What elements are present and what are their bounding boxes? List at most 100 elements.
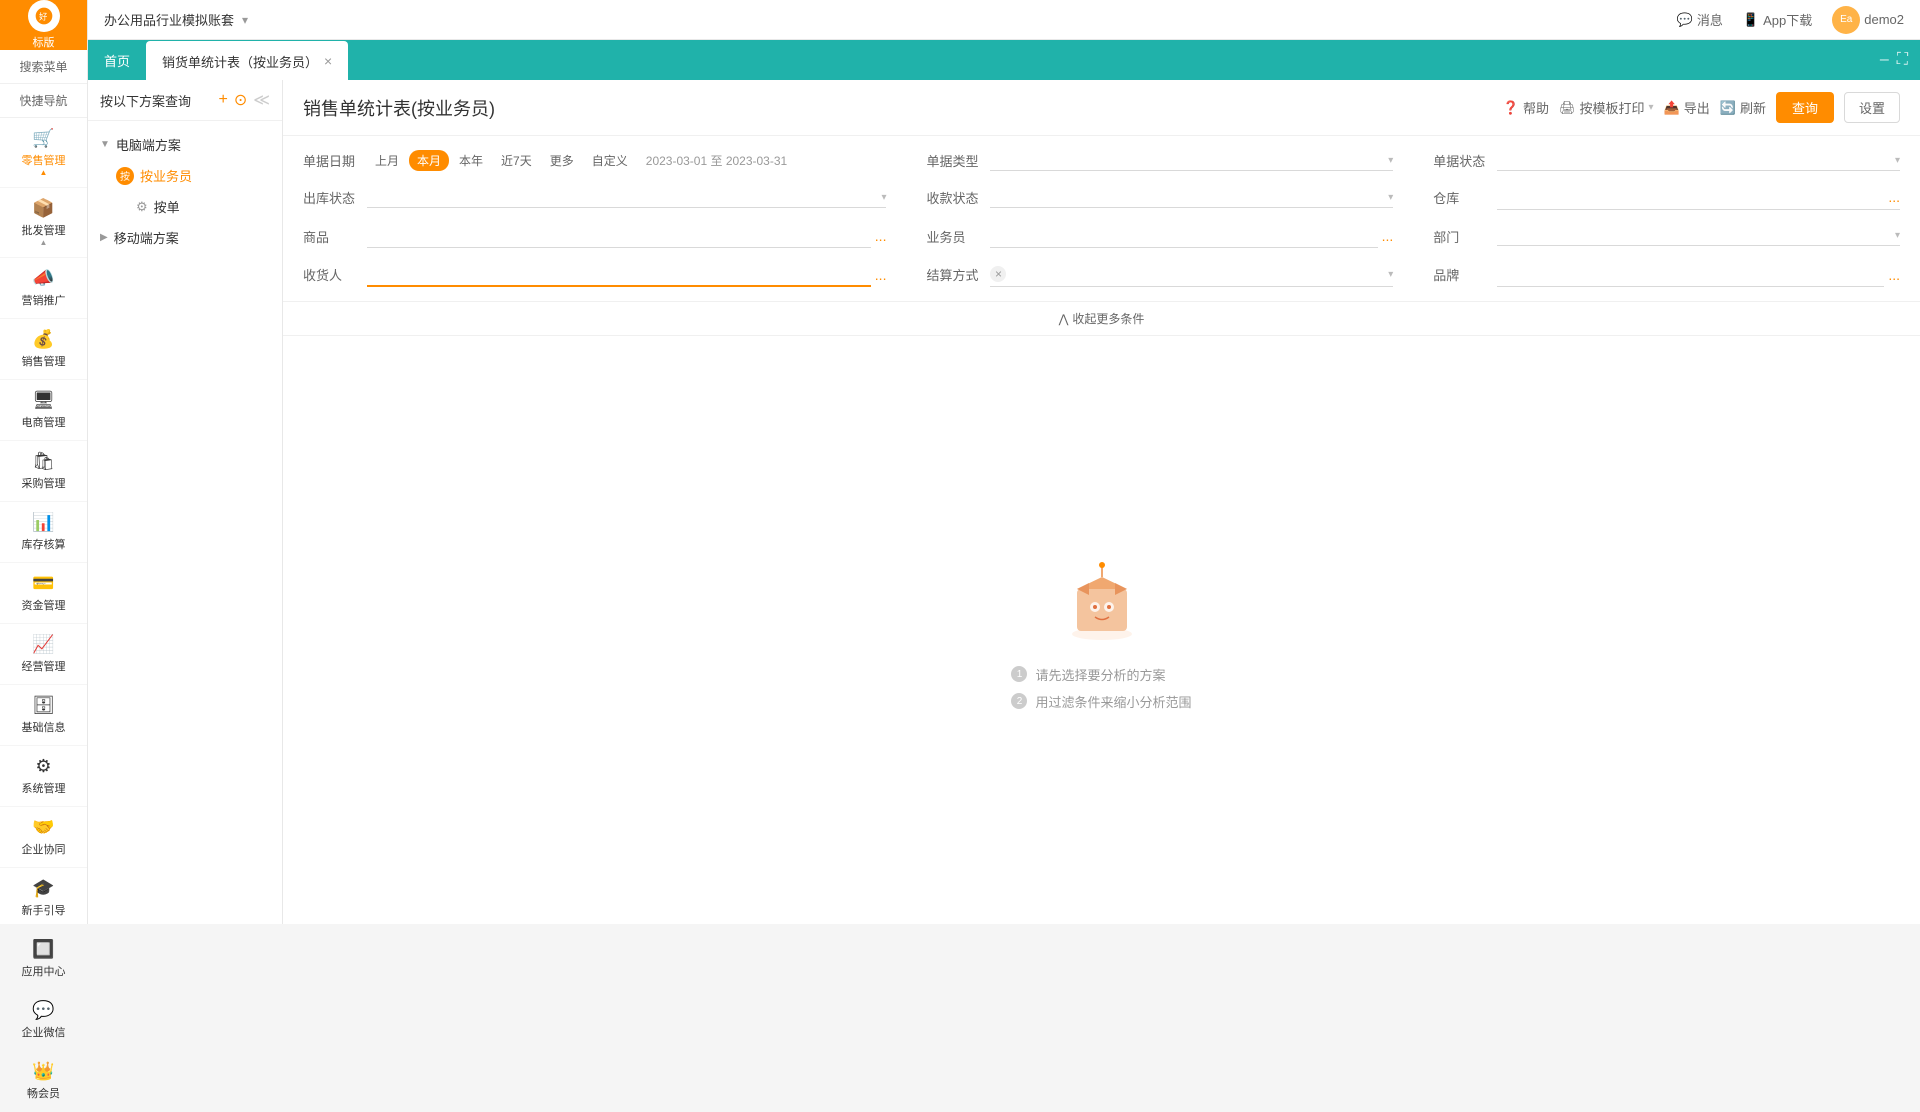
brand-dots[interactable]: ...	[1888, 267, 1900, 283]
tab-expand-btn[interactable]: ⛶	[1897, 51, 1908, 69]
receipt-status-select[interactable]: ▾	[990, 188, 1393, 208]
sidebar-item-finance[interactable]: 💳 资金管理	[0, 563, 87, 624]
date-tab-custom[interactable]: 自定义	[584, 150, 636, 171]
user-profile-btn[interactable]: Ea demo2	[1832, 6, 1904, 34]
receiver-dots[interactable]: ...	[875, 267, 887, 283]
sidebar-item-member[interactable]: 👑 畅会员	[0, 1051, 87, 1112]
wholesale-arrow: ▲	[40, 238, 48, 247]
sidebar-item-newbie[interactable]: 🎓 新手引导	[0, 868, 87, 929]
basic-icon: 🗄	[32, 695, 55, 716]
out-status-label: 出库状态	[303, 188, 359, 207]
tab-sales-stats-label: 销货单统计表（按业务员）	[162, 52, 318, 71]
settings-btn[interactable]: 设置	[1844, 92, 1900, 123]
filter-salesperson-item: 业务员 ...	[926, 224, 1393, 248]
step-1-text: 请先选择要分析的方案	[1035, 665, 1165, 684]
tree-item-by-salesperson[interactable]: 按 按业务员	[116, 160, 282, 191]
goods-input[interactable]	[367, 224, 871, 248]
collapse-btn[interactable]: ⋀ 收起更多条件	[1059, 310, 1145, 327]
company-name: 办公用品行业模拟账套	[104, 10, 234, 29]
sidebar-label-retail: 零售管理	[22, 152, 66, 168]
doc-status-select[interactable]: ▾	[1497, 151, 1900, 171]
tab-close-icon[interactable]: ×	[324, 53, 332, 69]
sidebar-item-basic[interactable]: 🗄 基础信息	[0, 685, 87, 746]
date-tab-last-7days[interactable]: 近7天	[493, 150, 540, 171]
print-btn[interactable]: 🖨 按模板打印 ▾	[1559, 98, 1654, 117]
payment-select[interactable]: × ▾	[990, 262, 1393, 287]
date-tab-more[interactable]: 更多	[542, 150, 582, 171]
company-dropdown-icon[interactable]: ▾	[242, 13, 248, 27]
receipt-status-arrow: ▾	[1388, 192, 1393, 203]
tab-minimize-btn[interactable]: –	[1880, 51, 1889, 69]
purchase-icon: 🛍	[32, 451, 55, 472]
sidebar-item-collab[interactable]: 🤝 企业协同	[0, 807, 87, 868]
payment-clear-btn[interactable]: ×	[990, 266, 1006, 282]
date-tab-this-year[interactable]: 本年	[451, 150, 491, 171]
warehouse-label: 仓库	[1433, 188, 1489, 207]
sidebar: 好 标版 搜索菜单 快捷导航 🛒 零售管理 ▲ 📦 批发管理 ▲ 📣 营销推广 …	[0, 0, 88, 924]
out-status-select[interactable]: ▾	[367, 188, 886, 208]
avatar-text: Ea	[1840, 14, 1852, 25]
warehouse-select[interactable]: ...	[1497, 185, 1900, 210]
doc-type-select[interactable]: ▾	[990, 151, 1393, 171]
query-btn[interactable]: 查询	[1776, 92, 1834, 123]
export-btn[interactable]: 📤 导出	[1664, 98, 1710, 117]
edit-scheme-btn[interactable]: ⊙	[234, 90, 247, 110]
tabbar-actions: – ⛶	[1880, 51, 1920, 69]
retail-arrow: ▲	[40, 168, 48, 177]
add-scheme-btn[interactable]: +	[219, 91, 228, 109]
refresh-icon: 🔄	[1720, 100, 1736, 116]
salesperson-badge: 按	[116, 167, 134, 185]
tab-sales-stats[interactable]: 销货单统计表（按业务员） ×	[146, 41, 348, 81]
receipt-status-label: 收款状态	[926, 188, 982, 207]
date-tab-last-month[interactable]: 上月	[367, 150, 407, 171]
sidebar-item-appcenter[interactable]: 🔲 应用中心	[0, 929, 87, 990]
goods-dots[interactable]: ...	[875, 228, 887, 244]
collapse-panel-btn[interactable]: ≪	[253, 90, 270, 110]
sidebar-item-wholesale[interactable]: 📦 批发管理 ▲	[0, 188, 87, 258]
quick-nav-item[interactable]: 快捷导航	[0, 84, 87, 118]
sidebar-item-marketing[interactable]: 📣 营销推广	[0, 258, 87, 319]
tab-home[interactable]: 首页	[88, 40, 146, 80]
warehouse-dots[interactable]: ...	[1888, 189, 1900, 205]
step-2-num: 2	[1011, 693, 1027, 709]
topbar-right: 💬 消息 📱 App下载 Ea demo2	[1677, 6, 1904, 34]
brand-input[interactable]	[1497, 263, 1884, 287]
date-tab-this-month[interactable]: 本月	[409, 150, 449, 171]
left-panel: 按以下方案查询 + ⊙ ≪ ▼ 电脑端方案 按 按业务员	[88, 80, 283, 924]
app-download-icon: 📱	[1743, 12, 1759, 28]
message-btn[interactable]: 💬 消息	[1677, 10, 1723, 29]
sidebar-item-purchase[interactable]: 🛍 采购管理	[0, 441, 87, 502]
sidebar-item-wecom[interactable]: 💬 企业微信	[0, 990, 87, 1051]
filter-row-2: 出库状态 ▾ 收款状态 ▾	[303, 185, 1900, 210]
department-select[interactable]: ▾	[1497, 226, 1900, 246]
goods-label: 商品	[303, 227, 359, 246]
tree-arrow-mobile: ▶	[100, 232, 108, 243]
wholesale-icon: 📦	[32, 198, 54, 219]
refresh-btn[interactable]: 🔄 刷新	[1720, 98, 1766, 117]
sidebar-label-operation: 经营管理	[22, 658, 66, 674]
search-menu-item[interactable]: 搜索菜单	[0, 50, 87, 84]
tree-section-pc[interactable]: ▼ 电脑端方案	[88, 129, 282, 160]
app-download-btn[interactable]: 📱 App下载	[1743, 10, 1812, 29]
avatar: Ea	[1832, 6, 1860, 34]
sidebar-item-sales[interactable]: 💰 销售管理	[0, 319, 87, 380]
sidebar-item-ecommerce[interactable]: 🖥 电商管理	[0, 380, 87, 441]
empty-text-container: 1 请先选择要分析的方案 2 用过滤条件来缩小分析范围	[1011, 665, 1191, 711]
sidebar-item-operation[interactable]: 📈 经营管理	[0, 624, 87, 685]
tree-section-mobile[interactable]: ▶ 移动端方案	[88, 222, 282, 253]
content-area: 按以下方案查询 + ⊙ ≪ ▼ 电脑端方案 按 按业务员	[88, 80, 1920, 924]
help-btn[interactable]: ❓ 帮助	[1503, 98, 1549, 117]
sidebar-item-retail[interactable]: 🛒 零售管理 ▲	[0, 118, 87, 188]
order-icon: ⚙	[136, 199, 148, 215]
sidebar-logo[interactable]: 好 标版	[0, 0, 87, 50]
payment-arrow: ▾	[1388, 269, 1393, 280]
message-label: 消息	[1697, 10, 1723, 29]
tree-item-by-order[interactable]: ⚙ 按单	[116, 191, 282, 222]
sidebar-item-system[interactable]: ⚙ 系统管理	[0, 746, 87, 807]
sidebar-item-inventory[interactable]: 📊 库存核算	[0, 502, 87, 563]
receiver-input[interactable]	[367, 262, 871, 287]
sidebar-label-wholesale: 批发管理	[22, 222, 66, 238]
salesperson-input[interactable]	[990, 224, 1377, 248]
doc-type-label: 单据类型	[926, 151, 982, 170]
salesperson-dots[interactable]: ...	[1382, 228, 1394, 244]
